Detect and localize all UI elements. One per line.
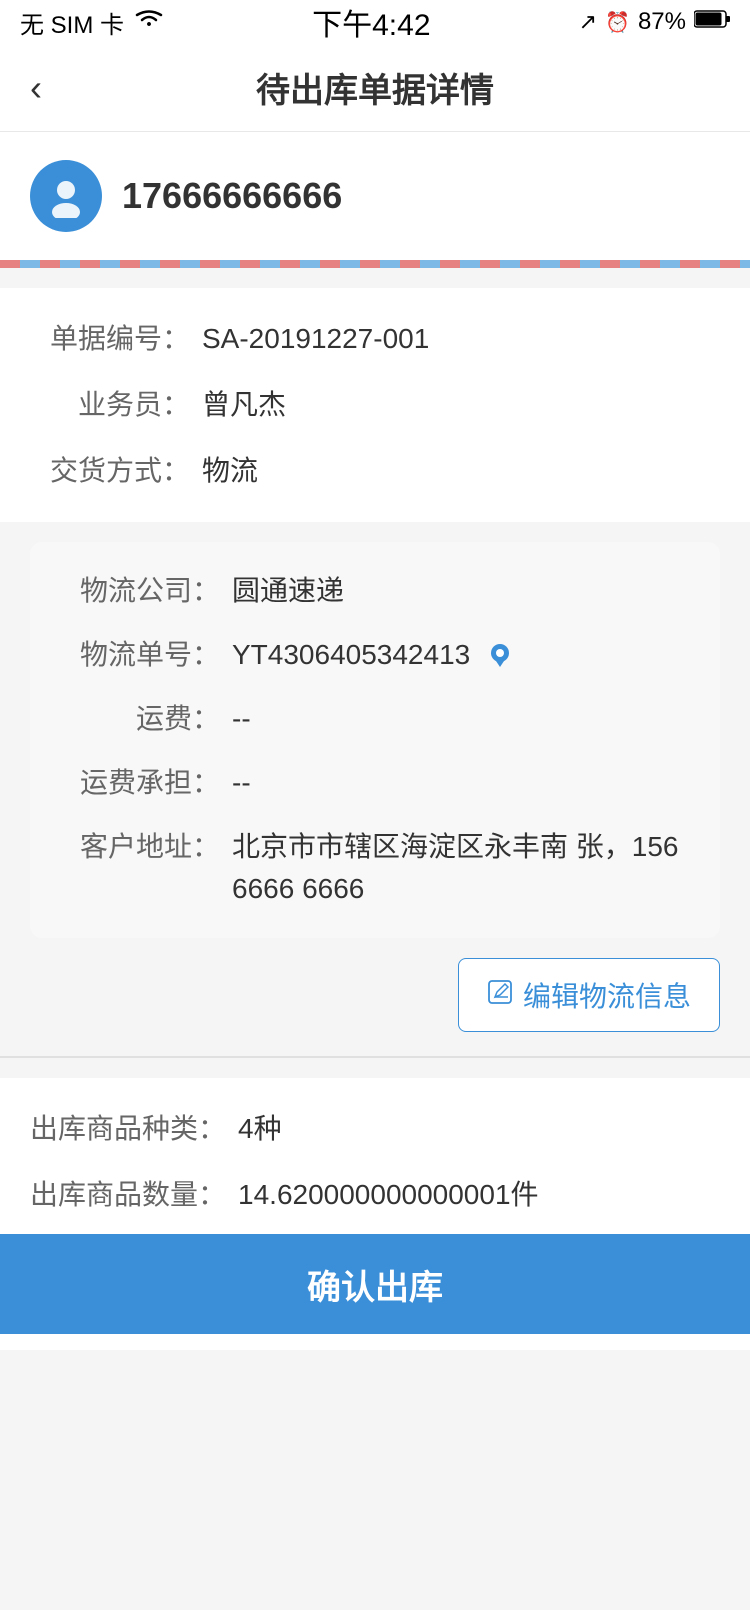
- alarm-icon: ⏰: [605, 10, 630, 35]
- freight-bear-value: --: [232, 762, 690, 804]
- doc-number-row: 单据编号： SA-20191227-001: [30, 318, 720, 360]
- map-pin-icon[interactable]: [482, 637, 518, 673]
- freight-bear-row: 运费承担： --: [60, 762, 690, 804]
- tracking-value-row: YT4306405342413: [220, 634, 518, 676]
- edit-logistics-label: 编辑物流信息: [523, 975, 691, 1015]
- freight-value: --: [232, 698, 690, 740]
- status-bar: 无 SIM 卡 下午4:42 ↗ ⏰ 87%: [0, 0, 750, 44]
- customer-phone: 17666666666: [122, 175, 342, 217]
- back-button[interactable]: ‹: [30, 67, 42, 109]
- delivery-value: 物流: [202, 450, 720, 492]
- wifi-icon: [134, 8, 164, 37]
- location-status-icon: ↗: [579, 9, 597, 35]
- section-divider: [0, 1056, 750, 1058]
- product-info-section: 出库商品种类： 4种 出库商品数量： 14.620000000000001件: [0, 1078, 750, 1236]
- doc-number-value: SA-20191227-001: [202, 318, 720, 360]
- status-time: 下午4:42: [312, 0, 430, 44]
- address-label: 客户地址：: [60, 826, 220, 868]
- freight-bear-label: 运费承担：: [60, 762, 220, 804]
- carrier-text: 无 SIM 卡: [20, 5, 124, 40]
- address-value: 北京市市辖区海淀区永丰南 张，156 6666 6666: [232, 826, 690, 910]
- confirm-bar[interactable]: 确认出库: [0, 1234, 750, 1334]
- delivery-label: 交货方式：: [30, 450, 190, 492]
- edit-logistics-area: 编辑物流信息: [0, 958, 750, 1056]
- product-qty-value: 14.620000000000001件: [238, 1174, 720, 1216]
- product-type-label: 出库商品种类：: [30, 1108, 226, 1150]
- salesperson-label: 业务员：: [30, 384, 190, 426]
- logistics-card: 物流公司： 圆通速递 物流单号： YT4306405342413 运费： -- …: [30, 542, 720, 938]
- avatar: [30, 160, 102, 232]
- salesperson-value: 曾凡杰: [202, 384, 720, 426]
- edit-icon: [487, 979, 513, 1012]
- salesperson-row: 业务员： 曾凡杰: [30, 384, 720, 426]
- tracking-row: 物流单号： YT4306405342413: [60, 634, 690, 676]
- tracking-label: 物流单号：: [60, 634, 220, 676]
- address-row: 客户地址： 北京市市辖区海淀区永丰南 张，156 6666 6666: [60, 826, 690, 910]
- edit-logistics-button[interactable]: 编辑物流信息: [458, 958, 720, 1032]
- product-qty-label: 出库商品数量：: [30, 1174, 226, 1216]
- freight-label: 运费：: [60, 698, 220, 740]
- logistics-company-label: 物流公司：: [60, 570, 220, 612]
- product-qty-row: 出库商品数量： 14.620000000000001件: [30, 1174, 720, 1216]
- freight-row: 运费： --: [60, 698, 690, 740]
- status-left: 无 SIM 卡: [20, 5, 164, 40]
- product-type-row: 出库商品种类： 4种: [30, 1108, 720, 1150]
- tracking-value: YT4306405342413: [232, 634, 470, 676]
- doc-number-label: 单据编号：: [30, 318, 190, 360]
- product-type-value: 4种: [238, 1108, 720, 1150]
- logistics-company-value: 圆通速递: [232, 570, 690, 612]
- confirm-button-label: 确认出库: [307, 1260, 443, 1309]
- dashed-divider: [0, 260, 750, 268]
- page-title: 待出库单据详情: [256, 63, 494, 112]
- battery-icon: [694, 8, 730, 36]
- battery-percent: 87%: [638, 8, 686, 36]
- delivery-row: 交货方式： 物流: [30, 450, 720, 492]
- order-info-section: 单据编号： SA-20191227-001 业务员： 曾凡杰 交货方式： 物流: [0, 288, 750, 522]
- empty-area: [0, 1350, 750, 1610]
- logistics-company-row: 物流公司： 圆通速递: [60, 570, 690, 612]
- nav-bar: ‹ 待出库单据详情: [0, 44, 750, 132]
- customer-header: 17666666666: [0, 132, 750, 260]
- status-right: ↗ ⏰ 87%: [579, 8, 730, 36]
